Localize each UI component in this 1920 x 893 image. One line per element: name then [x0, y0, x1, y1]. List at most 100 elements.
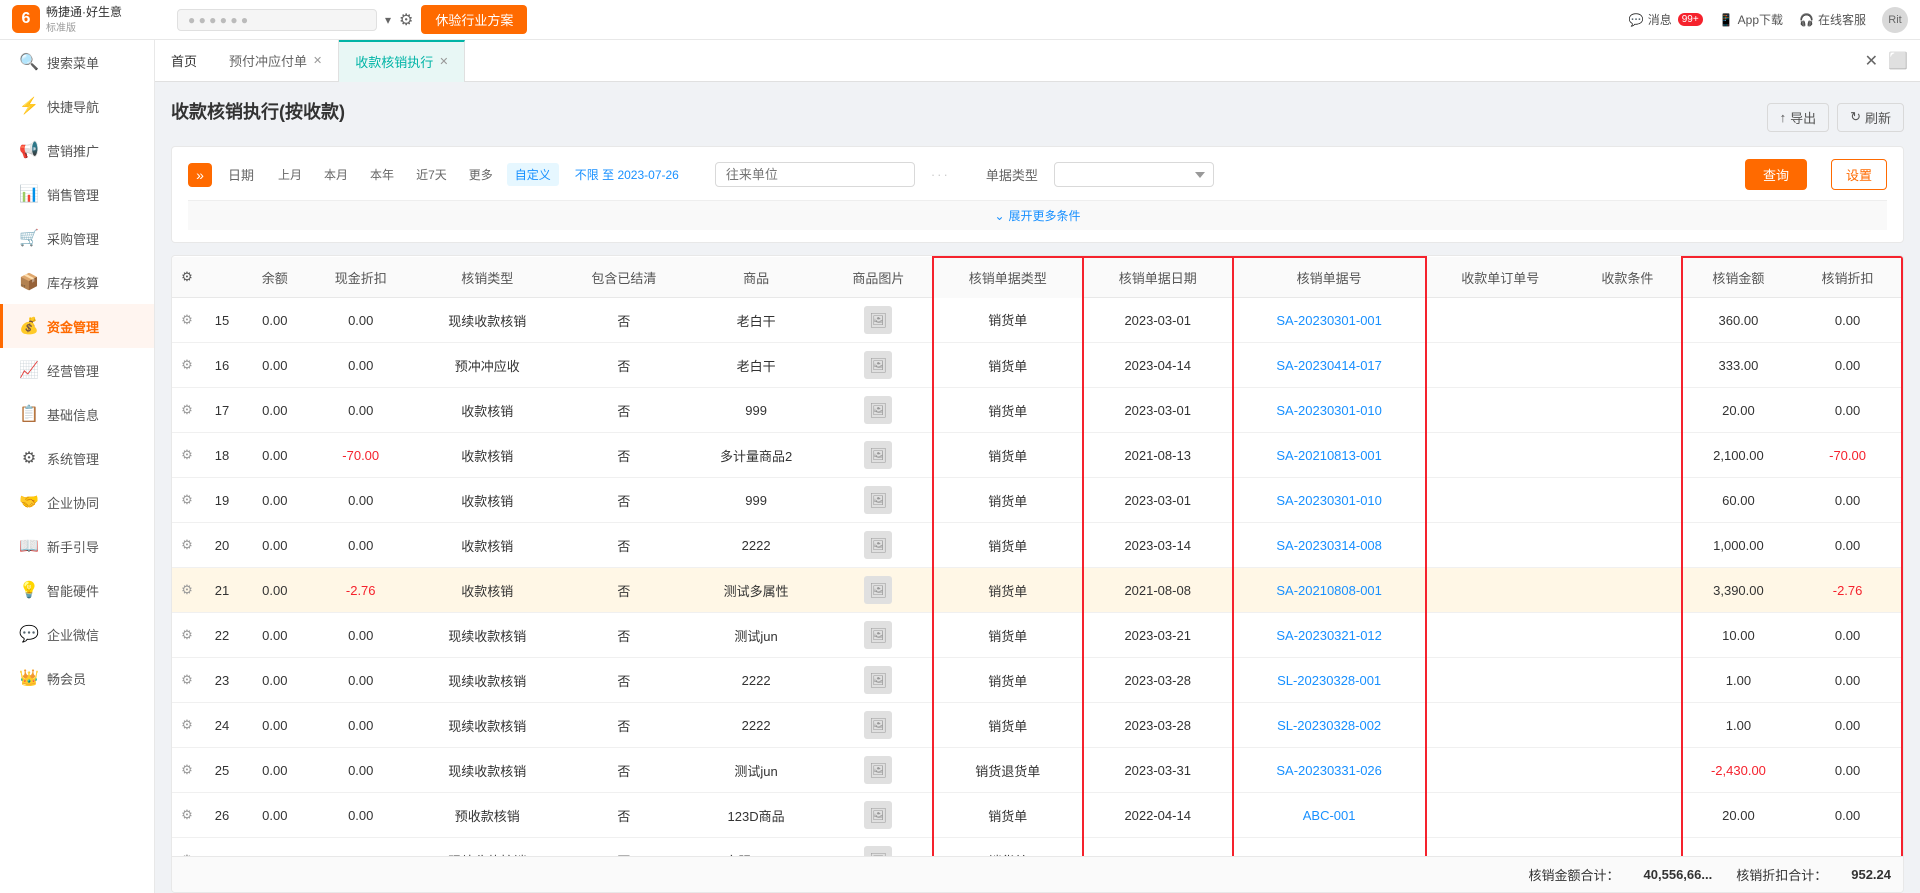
cell-verify-no: SA-20230301-010: [1233, 388, 1426, 433]
quick-icon: ⚡: [19, 96, 39, 116]
cell-no: 17: [202, 388, 242, 433]
th-verify-type: 核销类型: [414, 257, 561, 298]
guide-icon: 📖: [19, 536, 39, 556]
date-last-month[interactable]: 上月: [270, 163, 310, 186]
cell-contains-settled: 否: [561, 388, 688, 433]
th-verify-date: 核销单据日期: [1083, 257, 1233, 298]
tab-prepay[interactable]: 预付冲应付单 ✕: [213, 40, 339, 82]
cell-contains-settled: 否: [561, 298, 688, 343]
bill-type-label: 单据类型: [986, 165, 1038, 184]
tab-close-prepay[interactable]: ✕: [313, 54, 322, 67]
sidebar-item-sales[interactable]: 📊销售管理: [0, 172, 154, 216]
avatar[interactable]: Rit: [1882, 7, 1908, 33]
sidebar-item-search[interactable]: 🔍搜索菜单: [0, 40, 154, 84]
cell-verify-amount: 100.00: [1682, 838, 1794, 857]
sidebar-item-purchase[interactable]: 🛒采购管理: [0, 216, 154, 260]
main-table: ⚙ 余额 现金折扣 核销类型 包含已结清 商品 商品图片 核销单据类型 核销单据…: [172, 256, 1903, 856]
partner-input[interactable]: [715, 162, 915, 187]
industry-plan-button[interactable]: 休验行业方案: [421, 5, 527, 34]
cell-no: 22: [202, 613, 242, 658]
cell-receipt-order-no: [1426, 478, 1574, 523]
top-gear-button[interactable]: ⚙: [399, 10, 413, 30]
footer-verify-discount-total: 952.24: [1851, 867, 1891, 882]
sidebar: 🔍搜索菜单⚡快捷导航📢营销推广📊销售管理🛒采购管理📦库存核算💰资金管理📈经营管理…: [0, 40, 155, 893]
cell-cash-discount: 0.00: [308, 748, 414, 793]
date-7days[interactable]: 近7天: [408, 163, 455, 186]
cell-verify-no: SA-20230314-008: [1233, 523, 1426, 568]
tab-close-verify[interactable]: ✕: [439, 55, 448, 68]
refresh-button[interactable]: ↻ 刷新: [1837, 103, 1904, 132]
sidebar-item-system[interactable]: ⚙系统管理: [0, 436, 154, 480]
bill-type-select[interactable]: [1054, 162, 1214, 187]
table-header-row: ⚙ 余额 现金折扣 核销类型 包含已结清 商品 商品图片 核销单据类型 核销单据…: [172, 257, 1902, 298]
cell-contains-settled: 否: [561, 478, 688, 523]
cell-goods: 老白干: [687, 298, 825, 343]
th-no: [202, 257, 242, 298]
cell-verify-bill-type: 销货退货单: [933, 748, 1083, 793]
cell-verify-date: 2023-03-14: [1083, 523, 1233, 568]
cell-verify-bill-type: 销货单: [933, 433, 1083, 478]
cell-verify-no: SA-20230321-012: [1233, 613, 1426, 658]
cell-gear: ⚙: [172, 343, 202, 388]
cell-contains-settled: 否: [561, 433, 688, 478]
cell-goods: 2222: [687, 703, 825, 748]
tab-close-all-button[interactable]: ✕: [1865, 51, 1878, 71]
cell-verify-no: SA-20230414-017: [1233, 343, 1426, 388]
cell-gear: ⚙: [172, 613, 202, 658]
cell-receipt-order-no: [1426, 388, 1574, 433]
query-button[interactable]: 查询: [1745, 159, 1807, 190]
collab-icon: 🤝: [19, 492, 39, 512]
date-range-display: 不限 至 2023-07-26: [575, 166, 679, 183]
cell-contains-settled: 否: [561, 838, 688, 857]
th-goods-image: 商品图片: [825, 257, 933, 298]
table-row: ⚙ 19 0.00 0.00 收款核销 否 999 🖼 销货单 2023-03-…: [172, 478, 1902, 523]
cell-gear: ⚙: [172, 478, 202, 523]
cell-no: 26: [202, 793, 242, 838]
settings-button[interactable]: 设置: [1831, 159, 1887, 190]
expand-orange-button[interactable]: »: [188, 163, 212, 187]
filter-dots-1: ···: [931, 167, 950, 182]
sidebar-item-funds[interactable]: 💰资金管理: [0, 304, 154, 348]
wechat-icon: 💬: [19, 624, 39, 644]
cell-verify-no: SL-20230328-002: [1233, 703, 1426, 748]
cell-verify-bill-type: 销货单: [933, 388, 1083, 433]
sidebar-item-marketing[interactable]: 📢营销推广: [0, 128, 154, 172]
date-this-year[interactable]: 本年: [362, 163, 402, 186]
sidebar-item-collab[interactable]: 🤝企业协同: [0, 480, 154, 524]
date-more[interactable]: 更多: [461, 163, 501, 186]
top-search-display: ● ● ● ● ● ●: [177, 9, 377, 31]
tab-verify[interactable]: 收款核销执行 ✕: [339, 40, 465, 82]
sidebar-item-wechat[interactable]: 💬企业微信: [0, 612, 154, 656]
cell-verify-bill-type: 销货单: [933, 658, 1083, 703]
footer-verify-amount-label: 核销金额合计：: [1529, 865, 1620, 884]
top-dropdown-button[interactable]: ▾: [385, 13, 391, 27]
cell-no: 18: [202, 433, 242, 478]
sidebar-item-quick[interactable]: ⚡快捷导航: [0, 84, 154, 128]
date-custom[interactable]: 自定义: [507, 163, 559, 186]
table-row: ⚙ 20 0.00 0.00 收款核销 否 2222 🖼 销货单 2023-03…: [172, 523, 1902, 568]
app-download-button[interactable]: 📱 App下载: [1719, 11, 1783, 28]
expand-more-button[interactable]: ⌄ 展开更多条件: [994, 207, 1080, 224]
export-button[interactable]: ↑ 导出: [1767, 103, 1830, 132]
cell-gear: ⚙: [172, 703, 202, 748]
tab-restore-button[interactable]: ⬜: [1888, 51, 1908, 71]
table-scroll[interactable]: ⚙ 余额 现金折扣 核销类型 包含已结清 商品 商品图片 核销单据类型 核销单据…: [172, 256, 1903, 856]
cell-goods: 2222: [687, 658, 825, 703]
tab-home[interactable]: 首页: [155, 40, 213, 82]
cell-verify-bill-type: 销货单: [933, 523, 1083, 568]
cell-verify-type: 收款核销: [414, 433, 561, 478]
sidebar-item-hardware[interactable]: 💡智能硬件: [0, 568, 154, 612]
sidebar-item-basic[interactable]: 📋基础信息: [0, 392, 154, 436]
sidebar-item-guide[interactable]: 📖新手引导: [0, 524, 154, 568]
sidebar-item-operations[interactable]: 📈经营管理: [0, 348, 154, 392]
date-this-month[interactable]: 本月: [316, 163, 356, 186]
cell-verify-date: 2023-03-28: [1083, 703, 1233, 748]
cell-cash-discount: -70.00: [308, 433, 414, 478]
sidebar-item-member[interactable]: 👑畅会员: [0, 656, 154, 700]
message-button[interactable]: 💬 消息 99+: [1629, 11, 1703, 28]
inventory-icon: 📦: [19, 272, 39, 292]
cell-goods-image: 🖼: [825, 478, 933, 523]
cell-gear: ⚙: [172, 793, 202, 838]
sidebar-item-inventory[interactable]: 📦库存核算: [0, 260, 154, 304]
online-service-button[interactable]: 🎧 在线客服: [1799, 11, 1866, 28]
